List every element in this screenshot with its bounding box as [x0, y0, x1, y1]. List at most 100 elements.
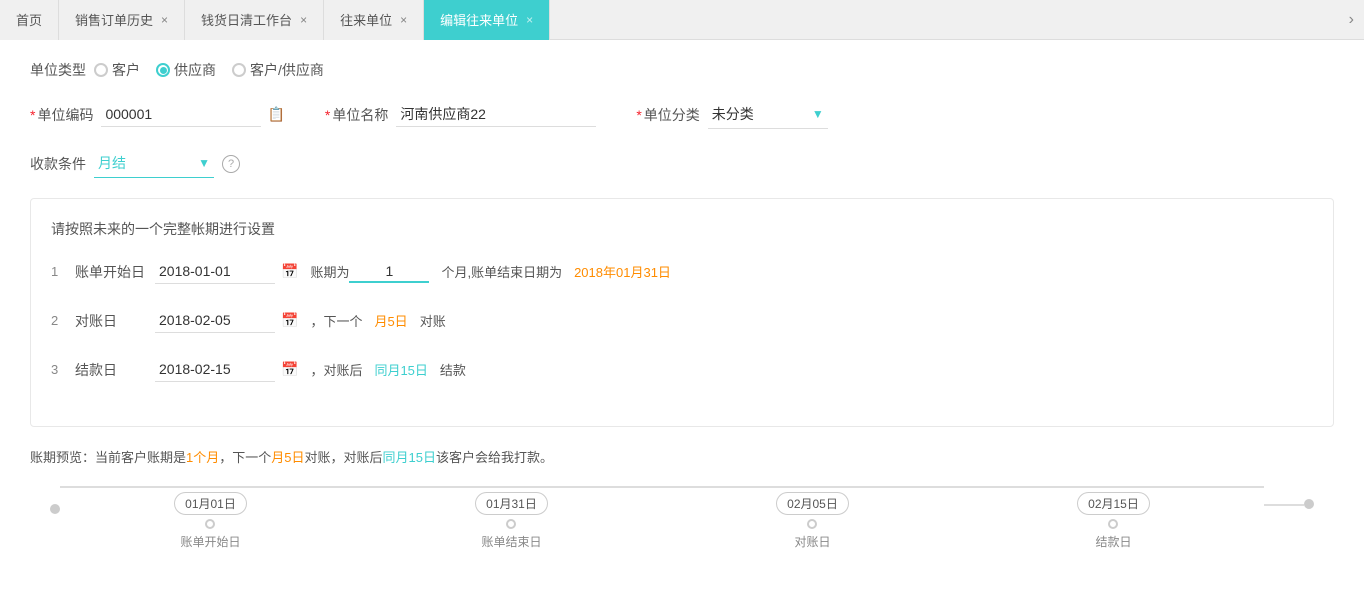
- unit-type-label: 单位类型: [30, 60, 86, 80]
- unit-category-group: * 单位分类 未分类 ▼: [636, 100, 827, 129]
- radio-both[interactable]: 客户/供应商: [232, 60, 324, 80]
- payment-condition-select[interactable]: 月结 ▼: [94, 149, 214, 178]
- timeline-node-4-label: 02月15日: [1077, 492, 1150, 515]
- preview-part2-prefix: ，下一个: [219, 450, 271, 465]
- preview-part4: 该客户会给我打款。: [436, 450, 553, 465]
- payment-condition-value: 月结: [98, 153, 190, 173]
- tab-partner-close[interactable]: ×: [400, 13, 407, 27]
- unit-category-select[interactable]: 未分类 ▼: [708, 100, 828, 129]
- period-highlight-1: 2018年01月31日: [574, 262, 671, 281]
- period-desc-suffix-1: 个月,账单结束日期为: [441, 262, 562, 281]
- tab-sales-history-label: 销售订单历史: [75, 10, 153, 29]
- tab-sales-history-close[interactable]: ×: [161, 13, 168, 27]
- period-highlight-3: 同月15日: [374, 360, 427, 379]
- preview-label: 账期预览：当前客户账期是: [30, 450, 186, 465]
- timeline-node-3-wrapper: 02月05日 对账日: [662, 486, 963, 550]
- timeline-spacer-4: [963, 486, 1264, 488]
- period-label-2: 对账日: [75, 311, 155, 331]
- tab-home[interactable]: 首页: [0, 0, 59, 40]
- period-desc-prefix-3: ，对账后: [310, 360, 362, 379]
- preview-text: 账期预览：当前客户账期是1个月，下一个月5日对账，对账后同月15日该客户会给我打…: [30, 447, 1334, 466]
- period-cal-icon-2[interactable]: 📅: [281, 312, 298, 329]
- period-desc-prefix-2: ，下一个: [310, 311, 362, 330]
- timeline-line-1: [60, 486, 361, 488]
- radio-supplier-label: 供应商: [174, 60, 216, 80]
- period-cal-icon-1[interactable]: 📅: [281, 263, 298, 280]
- period-date-input-3[interactable]: [155, 357, 275, 382]
- timeline-line-3: [662, 486, 963, 488]
- period-settings-title: 请按照未来的一个完整帐期进行设置: [51, 219, 1303, 239]
- radio-supplier-circle: [156, 63, 170, 77]
- timeline-line-4: [963, 486, 1264, 488]
- payment-condition-row: 收款条件 月结 ▼ ?: [30, 149, 1334, 178]
- unit-type-row: 单位类型 客户 供应商 客户/供应商: [30, 60, 1334, 80]
- period-row-1: 1 账单开始日 📅 账期为 个月,账单结束日期为 2018年01月31日: [51, 259, 1303, 284]
- timeline-end-line: [1264, 504, 1304, 506]
- tab-partner-label: 往来单位: [340, 10, 392, 29]
- period-desc-suffix-2: 对账: [420, 311, 446, 330]
- preview-part3: 同月15日: [383, 450, 436, 465]
- period-desc-prefix-1: 账期为: [310, 262, 349, 281]
- tab-edit-partner-close[interactable]: ×: [526, 13, 533, 27]
- unit-code-input[interactable]: [101, 102, 261, 127]
- period-date-input-1[interactable]: [155, 259, 275, 284]
- unit-category-required: *: [636, 107, 641, 123]
- period-settings-box: 请按照未来的一个完整帐期进行设置 1 账单开始日 📅 账期为 个月,账单结束日期…: [30, 198, 1334, 427]
- timeline-spacer-1: [60, 486, 361, 488]
- period-highlight-2: 月5日: [374, 311, 407, 330]
- timeline-node-3: 02月05日 对账日: [776, 492, 849, 550]
- timeline-node-1: 01月01日 账单开始日: [174, 492, 247, 550]
- timeline-node-3-dot: [807, 519, 817, 529]
- tab-cash-work-close[interactable]: ×: [300, 13, 307, 27]
- timeline-node-4-desc: 结款日: [1095, 533, 1131, 550]
- unit-code-label: 单位编码: [37, 105, 93, 125]
- help-icon[interactable]: ?: [222, 155, 240, 173]
- timeline-right-wrapper: [1264, 504, 1304, 506]
- tab-edit-partner[interactable]: 编辑往来单位 ×: [424, 0, 550, 40]
- unit-code-calendar-icon[interactable]: 📋: [267, 106, 284, 123]
- period-cal-icon-3[interactable]: 📅: [281, 361, 298, 378]
- tab-home-label: 首页: [16, 10, 42, 29]
- payment-condition-arrow: ▼: [198, 156, 210, 170]
- timeline-node-2: 01月31日 账单结束日: [475, 492, 548, 550]
- period-row-2: 2 对账日 📅 ，下一个 月5日 对账: [51, 308, 1303, 333]
- timeline-node-4-wrapper: 02月15日 结款日: [963, 486, 1264, 550]
- tab-sales-history[interactable]: 销售订单历史 ×: [59, 0, 185, 40]
- unit-name-input-wrapper: [396, 102, 596, 127]
- period-num-input-1[interactable]: [349, 261, 429, 283]
- timeline-node-3-desc: 对账日: [794, 533, 830, 550]
- unit-fields-row: * 单位编码 📋 * 单位名称 * 单位分类 未分类 ▼: [30, 100, 1334, 129]
- timeline-line-2: [361, 486, 662, 488]
- timeline-node-4-dot: [1108, 519, 1118, 529]
- unit-name-group: * 单位名称: [325, 102, 596, 127]
- unit-name-input[interactable]: [396, 102, 596, 127]
- tab-cash-work[interactable]: 钱货日清工作台 ×: [185, 0, 324, 40]
- period-date-input-2[interactable]: [155, 308, 275, 333]
- radio-customer-circle: [94, 63, 108, 77]
- timeline-node-1-wrapper: 01月01日 账单开始日: [60, 486, 361, 550]
- unit-category-arrow: ▼: [812, 107, 824, 121]
- tab-cash-work-label: 钱货日清工作台: [201, 10, 292, 29]
- period-row-3: 3 结款日 📅 ，对账后 同月15日 结款: [51, 357, 1303, 382]
- period-desc-suffix-3: 结款: [440, 360, 466, 379]
- radio-customer[interactable]: 客户: [94, 60, 140, 80]
- unit-code-input-wrapper: 📋: [101, 102, 284, 127]
- tab-edit-partner-label: 编辑往来单位: [440, 10, 518, 29]
- timeline-spacer-2: [361, 486, 662, 488]
- timeline-node-4: 02月15日 结款日: [1077, 492, 1150, 550]
- timeline: 01月01日 账单开始日 01月31日 账单结束日: [30, 486, 1334, 550]
- radio-both-circle: [232, 63, 246, 77]
- timeline-node-2-dot: [506, 519, 516, 529]
- preview-part3-prefix: 对账，对账后: [305, 450, 383, 465]
- preview-part2: 月5日: [271, 450, 304, 465]
- tab-partner[interactable]: 往来单位 ×: [324, 0, 424, 40]
- tab-expand-icon[interactable]: ›: [1339, 11, 1364, 29]
- radio-supplier[interactable]: 供应商: [156, 60, 216, 80]
- timeline-start-dot: [50, 504, 60, 514]
- timeline-node-1-label: 01月01日: [174, 492, 247, 515]
- period-num-3: 3: [51, 362, 75, 377]
- unit-name-required: *: [325, 107, 330, 123]
- radio-both-label: 客户/供应商: [250, 60, 324, 80]
- unit-category-value: 未分类: [712, 104, 804, 124]
- tab-bar: 首页 销售订单历史 × 钱货日清工作台 × 往来单位 × 编辑往来单位 × ›: [0, 0, 1364, 40]
